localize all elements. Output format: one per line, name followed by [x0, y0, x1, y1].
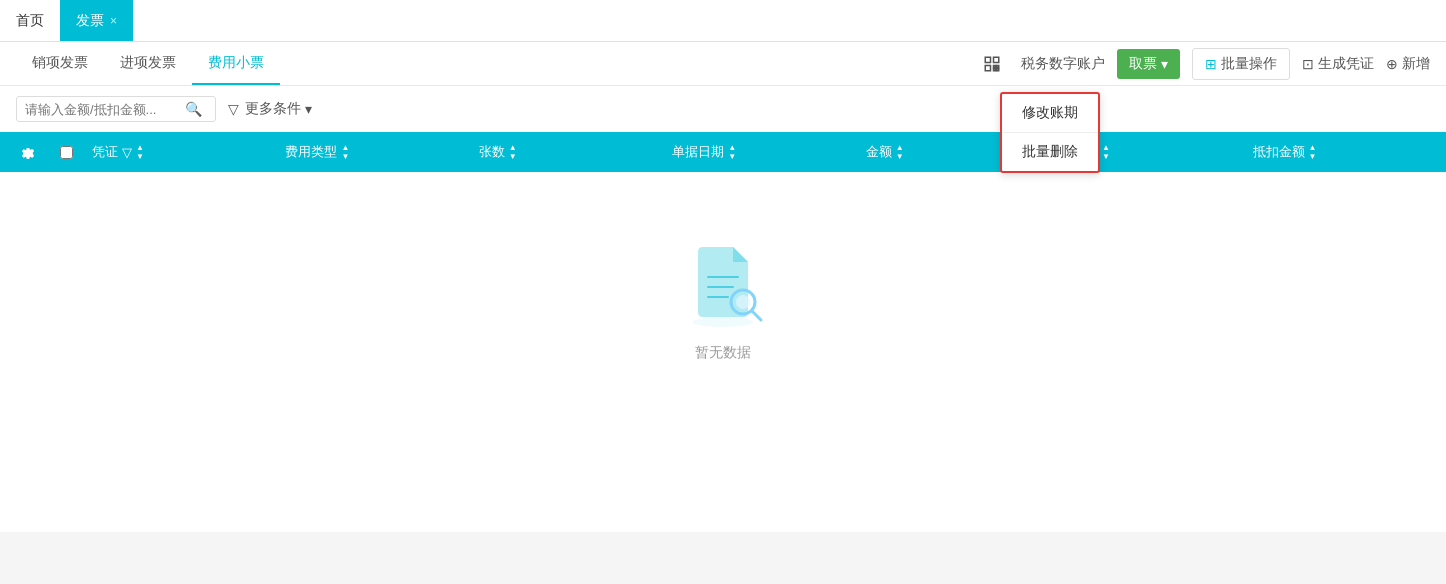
empty-illustration — [673, 232, 773, 332]
batch-op-container: ⊞ 批量操作 修改账期 批量删除 — [1192, 48, 1290, 80]
batch-op-button[interactable]: ⊞ 批量操作 — [1192, 48, 1290, 80]
th-voucher-label: 凭证 — [92, 143, 118, 161]
tab-input-invoice[interactable]: 进项发票 — [104, 42, 192, 85]
th-deduction-rate-sort[interactable]: ▲▼ — [1102, 144, 1110, 161]
th-count: 张数 ▲▼ — [471, 143, 664, 161]
nav-tab-label: 发票 — [76, 12, 104, 30]
th-expense-type-label: 费用类型 — [285, 143, 337, 161]
svg-rect-3 — [994, 65, 996, 67]
toolbar: 🔍 ▽ 更多条件 ▾ — [0, 86, 1446, 132]
batch-op-label: 批量操作 — [1221, 55, 1277, 73]
svg-rect-5 — [994, 68, 996, 70]
take-ticket-label: 取票 — [1129, 55, 1157, 73]
dropdown-item-batch-delete[interactable]: 批量删除 — [1002, 133, 1098, 171]
more-conditions-chevron: ▾ — [305, 101, 312, 117]
th-deduction-amount-sort[interactable]: ▲▼ — [1309, 144, 1317, 161]
gen-voucher-button[interactable]: ⊡ 生成凭证 — [1302, 55, 1374, 73]
empty-state: 暂无数据 — [0, 172, 1446, 422]
sub-nav-tabs: 销项发票 进项发票 费用小票 — [16, 42, 280, 85]
select-all-checkbox[interactable] — [60, 146, 73, 159]
search-box[interactable]: 🔍 — [16, 96, 216, 122]
th-voucher: 凭证 ▽ ▲▼ — [84, 143, 277, 161]
nav-home[interactable]: 首页 — [0, 0, 60, 41]
take-ticket-button[interactable]: 取票 ▾ — [1117, 49, 1180, 79]
th-date-sort[interactable]: ▲▼ — [728, 144, 736, 161]
gen-voucher-icon: ⊡ — [1302, 56, 1314, 72]
th-count-label: 张数 — [479, 143, 505, 161]
add-new-button[interactable]: ⊕ 新增 — [1386, 55, 1430, 73]
batch-op-dropdown: 修改账期 批量删除 — [1000, 92, 1100, 173]
svg-rect-1 — [994, 57, 999, 62]
close-icon[interactable]: × — [110, 14, 117, 28]
voucher-filter-icon[interactable]: ▽ — [122, 145, 132, 160]
tab-expense-receipt[interactable]: 费用小票 — [192, 42, 280, 85]
filter-icon: ▽ — [228, 101, 239, 117]
svg-rect-0 — [985, 57, 990, 62]
th-date-label: 单据日期 — [672, 143, 724, 161]
sub-nav: 销项发票 进项发票 费用小票 税务数字账户 取票 ▾ ⊞ 批量操作 修改账期 — [0, 42, 1446, 86]
th-amount-sort[interactable]: ▲▼ — [896, 144, 904, 161]
batch-icon: ⊞ — [1205, 56, 1217, 72]
th-expense-sort[interactable]: ▲▼ — [341, 144, 349, 161]
qr-icon-button[interactable] — [975, 51, 1009, 77]
tax-account-button[interactable]: 税务数字账户 — [1021, 55, 1105, 73]
more-conditions-label: 更多条件 — [245, 100, 301, 118]
svg-line-13 — [752, 311, 761, 320]
svg-rect-6 — [997, 65, 999, 67]
add-new-icon: ⊕ — [1386, 56, 1398, 72]
svg-rect-4 — [997, 68, 999, 70]
th-amount-label: 金额 — [866, 143, 892, 161]
th-deduction-amount: 抵扣金额 ▲▼ — [1245, 143, 1438, 161]
th-expense-type: 费用类型 ▲▼ — [277, 143, 470, 161]
more-conditions-button[interactable]: ▽ 更多条件 ▾ — [228, 100, 312, 118]
svg-point-7 — [693, 317, 753, 327]
svg-rect-2 — [985, 65, 990, 70]
th-voucher-sort[interactable]: ▲▼ — [136, 144, 144, 161]
th-deduction-amount-label: 抵扣金额 — [1253, 143, 1305, 161]
qr-icon — [983, 55, 1001, 73]
search-input[interactable] — [25, 102, 185, 117]
gear-icon — [20, 144, 36, 160]
table-header: 凭证 ▽ ▲▼ 费用类型 ▲▼ 张数 ▲▼ 单据日期 ▲▼ 金额 ▲▼ 抵扣率 … — [0, 132, 1446, 172]
th-checkbox[interactable] — [48, 146, 84, 159]
nav-tab-invoice[interactable]: 发票 × — [60, 0, 133, 41]
th-settings[interactable] — [8, 144, 48, 160]
th-date: 单据日期 ▲▼ — [664, 143, 857, 161]
search-icon: 🔍 — [185, 101, 202, 117]
add-new-label: 新增 — [1402, 55, 1430, 73]
gen-voucher-label: 生成凭证 — [1318, 55, 1374, 73]
dropdown-item-modify-period[interactable]: 修改账期 — [1002, 94, 1098, 132]
take-ticket-chevron: ▾ — [1161, 56, 1168, 72]
content-area: 凭证 ▽ ▲▼ 费用类型 ▲▼ 张数 ▲▼ 单据日期 ▲▼ 金额 ▲▼ 抵扣率 … — [0, 132, 1446, 532]
empty-text: 暂无数据 — [695, 344, 751, 362]
sub-nav-actions: 税务数字账户 取票 ▾ ⊞ 批量操作 修改账期 批量删除 ⊡ 生成凭证 ⊕ 新增 — [975, 48, 1430, 80]
tab-sales-invoice[interactable]: 销项发票 — [16, 42, 104, 85]
th-count-sort[interactable]: ▲▼ — [509, 144, 517, 161]
svg-point-12 — [736, 295, 750, 309]
top-nav: 首页 发票 × — [0, 0, 1446, 42]
